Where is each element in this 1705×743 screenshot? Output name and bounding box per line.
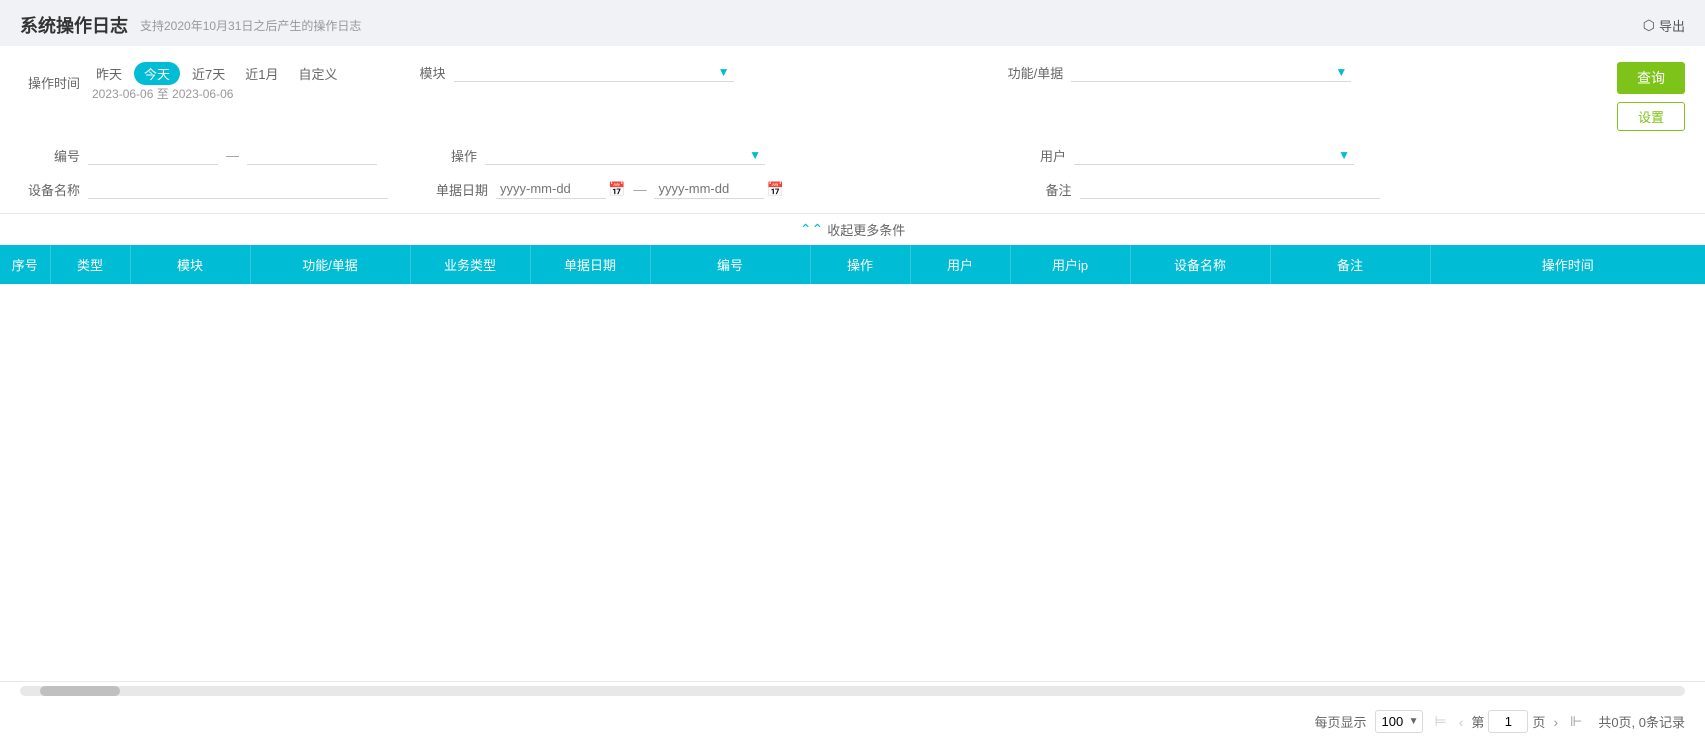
next-page-button[interactable]: › [1549, 712, 1562, 732]
page-label: 第 [1471, 712, 1484, 731]
module-label: 模块 [386, 63, 446, 82]
table-header-row: 序号 类型 模块 功能/单据 业务类型 单据日期 编号 操作 用户 用户ip 设… [0, 245, 1705, 284]
col-number: 编号 [650, 245, 810, 284]
operation-filter-col: 操作 ▼ [417, 145, 966, 165]
col-user-ip: 用户ip [1010, 245, 1130, 284]
time-buttons: 昨天 今天 近7天 近1月 自定义 [88, 62, 346, 85]
table-header: 序号 类型 模块 功能/单据 业务类型 单据日期 编号 操作 用户 用户ip 设… [0, 245, 1705, 284]
time-range-display: 2023-06-06 至 2023-06-06 [92, 85, 346, 102]
function-select-wrapper: ▼ [1071, 62, 1351, 82]
date-end-wrapper: 📅 [654, 179, 783, 199]
export-icon: ⬡ [1643, 17, 1655, 34]
pagination: 每页显示 100 50 200 ▼ ⊨ ‹ 第 页 › ⊩ 共0页, 0条记录 [0, 700, 1705, 743]
time-options-group: 昨天 今天 近7天 近1月 自定义 2023-06-06 至 2023-06-0… [88, 62, 346, 102]
table-container: 序号 类型 模块 功能/单据 业务类型 单据日期 编号 操作 用户 用户ip 设… [0, 245, 1705, 681]
number-input-end[interactable] [247, 145, 377, 165]
prev-page-button[interactable]: ‹ [1455, 712, 1468, 732]
time-btn-1month[interactable]: 近1月 [237, 62, 286, 85]
calendar-end-icon[interactable]: 📅 [766, 181, 783, 198]
col-date: 单据日期 [530, 245, 650, 284]
scrollbar-area [0, 681, 1705, 700]
col-module: 模块 [130, 245, 250, 284]
collapse-icon: ⌃⌃ [800, 221, 823, 238]
number-separator: — [226, 148, 239, 163]
page-title: 系统操作日志 [20, 12, 128, 38]
per-page-label: 每页显示 [1315, 712, 1367, 731]
filter-section: 操作时间 昨天 今天 近7天 近1月 自定义 2023-06-06 至 2023… [0, 46, 1705, 213]
time-btn-today[interactable]: 今天 [134, 62, 180, 85]
col-biz-type: 业务类型 [410, 245, 530, 284]
collapse-bar: ⌃⌃ 收起更多条件 [0, 213, 1705, 245]
number-label: 编号 [20, 146, 80, 165]
settings-button[interactable]: 设置 [1617, 102, 1685, 131]
export-button[interactable]: ⬡ 导出 [1643, 16, 1685, 35]
horizontal-scrollbar[interactable] [20, 686, 1685, 696]
filter-actions: 查询 设置 [1601, 62, 1685, 131]
empty-area [0, 284, 1705, 624]
date-separator: — [633, 182, 646, 197]
export-label: 导出 [1659, 16, 1685, 35]
device-label: 设备名称 [20, 180, 80, 199]
remark-filter-col: 备注 [1012, 179, 1556, 199]
number-filter-col: 编号 — [20, 145, 377, 165]
function-label: 功能/单据 [1003, 63, 1063, 82]
last-page-button[interactable]: ⊩ [1566, 711, 1586, 732]
time-btn-yesterday[interactable]: 昨天 [88, 62, 130, 85]
user-select-wrapper: ▼ [1074, 145, 1354, 165]
date-start-wrapper: 📅 [496, 179, 625, 199]
col-op-time: 操作时间 [1430, 245, 1705, 284]
col-remark: 备注 [1270, 245, 1430, 284]
query-button[interactable]: 查询 [1617, 62, 1685, 94]
date-label: 单据日期 [428, 180, 488, 199]
operation-select[interactable] [485, 145, 765, 165]
page-size-select[interactable]: 100 50 200 [1375, 710, 1423, 733]
operation-label: 操作 [417, 146, 477, 165]
page-suffix: 页 [1532, 712, 1545, 731]
data-table: 序号 类型 模块 功能/单据 业务类型 单据日期 编号 操作 用户 用户ip 设… [0, 245, 1705, 284]
device-input[interactable] [88, 179, 388, 199]
time-btn-7days[interactable]: 近7天 [184, 62, 233, 85]
page-container: 系统操作日志 支持2020年10月31日之后产生的操作日志 ⬡ 导出 操作时间 … [0, 0, 1705, 743]
col-type: 类型 [50, 245, 130, 284]
user-select[interactable] [1074, 145, 1354, 165]
user-filter-col: 用户 ▼ [1006, 145, 1555, 165]
col-user: 用户 [910, 245, 1010, 284]
filter-row-3: 设备名称 单据日期 📅 — 📅 备注 [20, 179, 1685, 199]
remark-label: 备注 [1012, 180, 1072, 199]
collapse-button[interactable]: ⌃⌃ 收起更多条件 [800, 220, 905, 239]
time-filter-col: 操作时间 昨天 今天 近7天 近1月 自定义 2023-06-06 至 2023… [20, 62, 346, 102]
device-filter-col: 设备名称 [20, 179, 388, 199]
col-operation: 操作 [810, 245, 910, 284]
function-select[interactable] [1071, 62, 1351, 82]
time-label: 操作时间 [20, 73, 80, 92]
total-info: 共0页, 0条记录 [1598, 712, 1685, 731]
page-header: 系统操作日志 支持2020年10月31日之后产生的操作日志 ⬡ 导出 [0, 0, 1705, 46]
function-filter-col: 功能/单据 ▼ [1003, 62, 1581, 82]
operation-select-wrapper: ▼ [485, 145, 765, 165]
date-start-input[interactable] [496, 179, 606, 199]
time-btn-custom[interactable]: 自定义 [291, 62, 346, 85]
date-end-input[interactable] [654, 179, 764, 199]
page-subtitle: 支持2020年10月31日之后产生的操作日志 [140, 17, 361, 34]
col-device: 设备名称 [1130, 245, 1270, 284]
first-page-button[interactable]: ⊨ [1431, 711, 1451, 732]
pagination-nav: ⊨ ‹ 第 页 › ⊩ [1431, 710, 1587, 733]
page-size-wrapper: 100 50 200 ▼ [1375, 710, 1423, 733]
calendar-start-icon[interactable]: 📅 [608, 181, 625, 198]
page-number-input[interactable] [1488, 710, 1528, 733]
number-input-start[interactable] [88, 145, 218, 165]
user-label: 用户 [1006, 146, 1066, 165]
col-function: 功能/单据 [250, 245, 410, 284]
filter-row-1: 操作时间 昨天 今天 近7天 近1月 自定义 2023-06-06 至 2023… [20, 62, 1685, 131]
module-select-wrapper: ▼ [454, 62, 734, 82]
module-filter-col: 模块 ▼ [386, 62, 964, 82]
filter-row-2: 编号 — 操作 ▼ 用户 [20, 145, 1685, 165]
col-serial: 序号 [0, 245, 50, 284]
collapse-label: 收起更多条件 [827, 220, 905, 239]
module-select[interactable] [454, 62, 734, 82]
remark-input[interactable] [1080, 179, 1380, 199]
date-filter-col: 单据日期 📅 — 📅 [428, 179, 972, 199]
scrollbar-thumb[interactable] [40, 686, 120, 696]
